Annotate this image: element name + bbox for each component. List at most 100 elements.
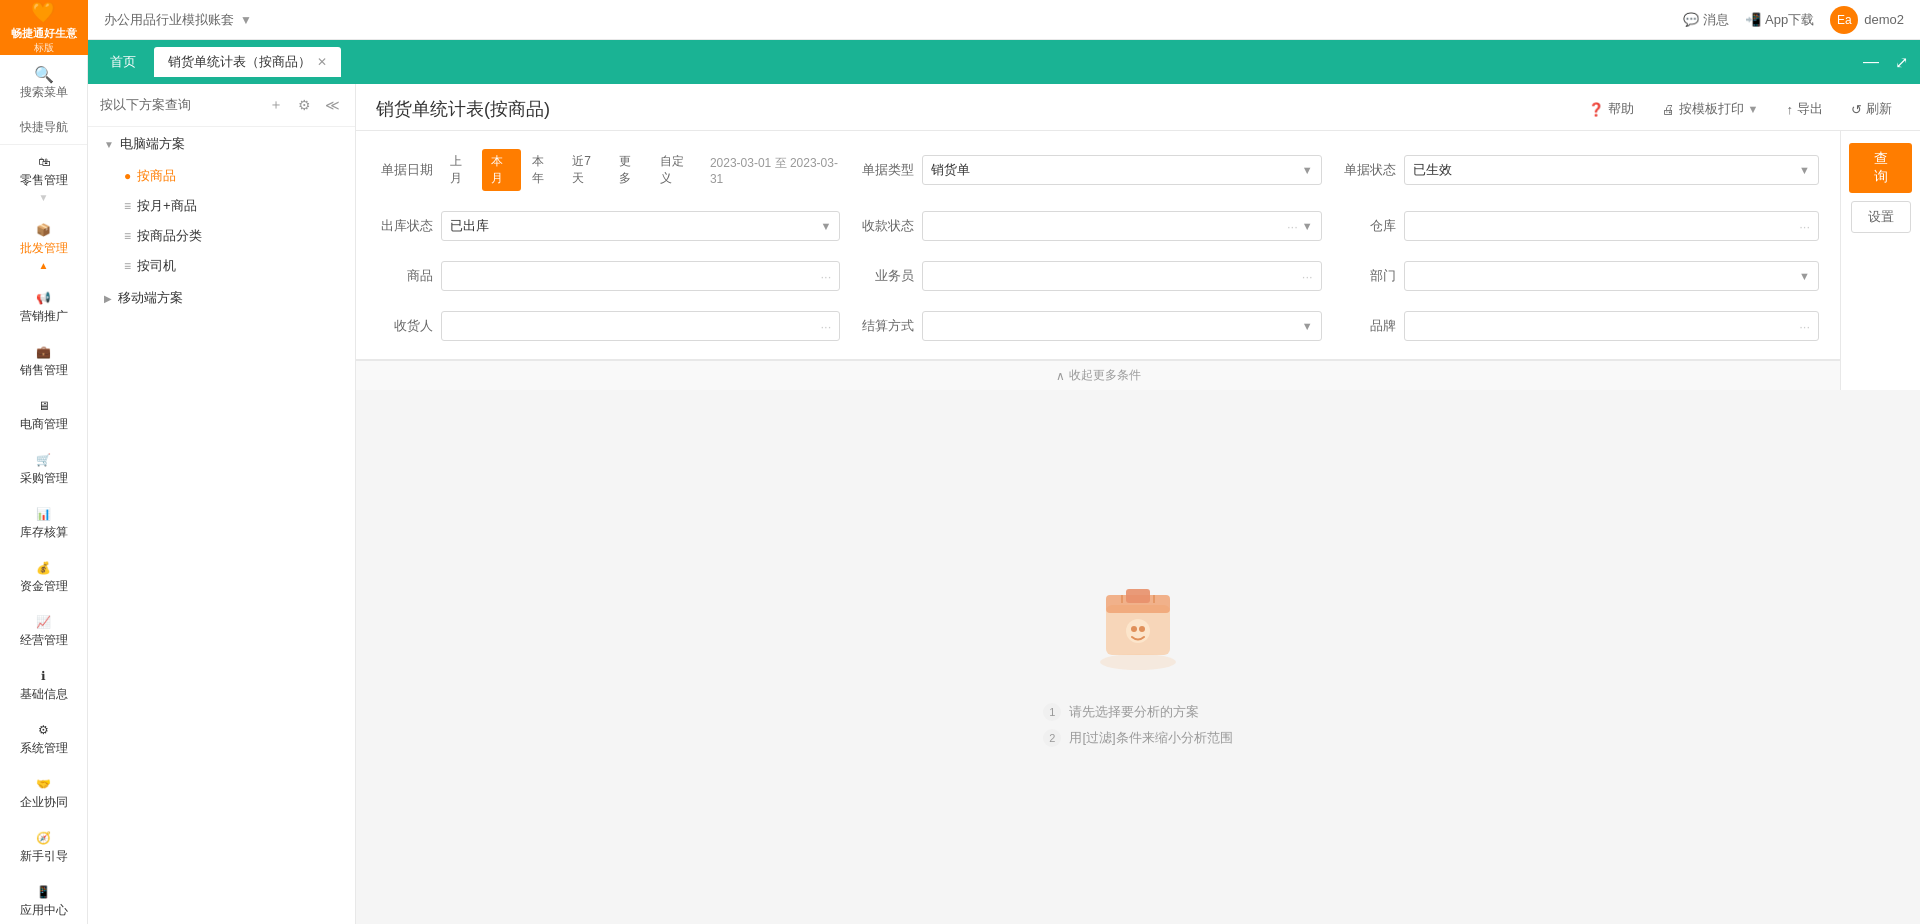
sidebar-quicknav[interactable]: 快捷导航 bbox=[0, 111, 87, 145]
sidebar-item-marketing[interactable]: 📢 营销推广 bbox=[0, 281, 87, 335]
sidebar-item-retail[interactable]: 🛍 零售管理 ▼ bbox=[0, 145, 87, 213]
payment-status-select[interactable]: ··· ▼ bbox=[922, 211, 1321, 241]
receiver-dots[interactable]: ··· bbox=[820, 319, 831, 334]
pill-last-7[interactable]: 近7天 bbox=[563, 149, 608, 191]
finance-icon: 💰 bbox=[36, 561, 51, 575]
app-download-icon: 📲 bbox=[1745, 12, 1761, 27]
collapse-bar[interactable]: ∧ 收起更多条件 bbox=[356, 360, 1840, 390]
collapse-label: 收起更多条件 bbox=[1069, 367, 1141, 384]
filter-main: 单据日期 上月 本月 本年 近7天 更多 自定义 bbox=[356, 131, 1840, 390]
filter-area: 单据日期 上月 本月 本年 近7天 更多 自定义 bbox=[356, 131, 1840, 360]
sidebar-item-cooperation[interactable]: 🤝 企业协同 bbox=[0, 767, 87, 821]
tree-by-month-product[interactable]: ≡ 按月+商品 bbox=[116, 191, 355, 221]
sidebar-item-basic[interactable]: ℹ 基础信息 bbox=[0, 659, 87, 713]
salesperson-dots[interactable]: ··· bbox=[1302, 269, 1313, 284]
pill-custom[interactable]: 自定义 bbox=[651, 149, 700, 191]
product-dots[interactable]: ··· bbox=[820, 269, 831, 284]
filter-brand-cell: 品牌 ··· bbox=[1339, 305, 1820, 347]
salesperson-input[interactable]: ··· bbox=[922, 261, 1321, 291]
payment-status-dots[interactable]: ··· bbox=[1287, 219, 1298, 234]
pill-this-year[interactable]: 本年 bbox=[523, 149, 562, 191]
empty-state: 1 请先选择要分析的方案 2 用[过滤]条件来缩小分析范围 bbox=[1043, 567, 1232, 747]
sidebar-item-app-center[interactable]: 📱 应用中心 bbox=[0, 875, 87, 924]
inventory-icon: 📊 bbox=[36, 507, 51, 521]
pill-last-month[interactable]: 上月 bbox=[441, 149, 480, 191]
sidebar-item-label-app-center: 应用中心 bbox=[20, 902, 68, 919]
topbar-actions: 💬 消息 📲 App下载 Ea demo2 bbox=[1683, 6, 1904, 34]
receiver-input[interactable]: ··· bbox=[441, 311, 840, 341]
message-action[interactable]: 💬 消息 bbox=[1683, 11, 1729, 29]
reset-button[interactable]: 设置 bbox=[1851, 201, 1911, 233]
pill-more[interactable]: 更多 bbox=[610, 149, 649, 191]
doc-type-value: 销货单 bbox=[931, 161, 1297, 179]
sidebar-search[interactable]: 🔍 搜索菜单 bbox=[0, 55, 87, 111]
department-caret-icon: ▼ bbox=[1799, 270, 1810, 282]
system-icon: ⚙ bbox=[38, 723, 49, 737]
sidebar-item-guide[interactable]: 🧭 新手引导 bbox=[0, 821, 87, 875]
sidebar-item-label-sales: 销售管理 bbox=[20, 362, 68, 379]
tab-close-icon[interactable]: ✕ bbox=[317, 55, 327, 69]
sidebar-item-purchase[interactable]: 🛒 采购管理 bbox=[0, 443, 87, 497]
filter-receiver-cell: 收货人 ··· bbox=[376, 305, 857, 347]
sidebar-item-system[interactable]: ⚙ 系统管理 bbox=[0, 713, 87, 767]
tab-sales-stats-label: 销货单统计表（按商品） bbox=[168, 53, 311, 71]
payment-method-select[interactable]: ▼ bbox=[922, 311, 1321, 341]
export-btn[interactable]: ↑ 导出 bbox=[1779, 96, 1832, 122]
product-input[interactable]: ··· bbox=[441, 261, 840, 291]
collapse-left-btn[interactable]: ≪ bbox=[321, 94, 343, 116]
tab-sales-stats[interactable]: 销货单统计表（按商品） ✕ bbox=[154, 47, 341, 77]
tree-pc-node[interactable]: ▼ 电脑端方案 bbox=[88, 127, 355, 161]
out-status-label: 出库状态 bbox=[376, 217, 441, 235]
logo-text: 畅捷通好生意 bbox=[11, 26, 77, 41]
department-select[interactable]: ▼ bbox=[1404, 261, 1819, 291]
sidebar: 🧡 畅捷通好生意 标版 🔍 搜索菜单 快捷导航 🛍 零售管理 ▼ 📦 批发管理 … bbox=[0, 0, 88, 924]
brand-input[interactable]: ··· bbox=[1404, 311, 1819, 341]
sidebar-item-inventory[interactable]: 📊 库存核算 bbox=[0, 497, 87, 551]
user-action[interactable]: Ea demo2 bbox=[1830, 6, 1904, 34]
active-dot-icon: ● bbox=[124, 169, 131, 183]
tree-mobile-node[interactable]: ▶ 移动端方案 bbox=[88, 281, 355, 315]
brand-dots[interactable]: ··· bbox=[1799, 319, 1810, 334]
help-btn[interactable]: ❓ 帮助 bbox=[1580, 96, 1642, 122]
doc-type-select[interactable]: 销货单 ▼ bbox=[922, 155, 1321, 185]
sidebar-item-ecommerce[interactable]: 🖥 电商管理 bbox=[0, 389, 87, 443]
filter-department-cell: 部门 ▼ bbox=[1339, 255, 1820, 297]
payment-status-caret-icon: ▼ bbox=[1302, 220, 1313, 232]
out-status-select[interactable]: 已出库 ▼ bbox=[441, 211, 840, 241]
app-download-action[interactable]: 📲 App下载 bbox=[1745, 11, 1814, 29]
tree-by-printer[interactable]: ≡ 按司机 bbox=[116, 251, 355, 281]
doc-type-caret-icon: ▼ bbox=[1302, 164, 1313, 176]
tree-by-product[interactable]: ● 按商品 bbox=[116, 161, 355, 191]
marketing-icon: 📢 bbox=[36, 291, 51, 305]
tree-by-category[interactable]: ≡ 按商品分类 bbox=[116, 221, 355, 251]
sidebar-logo[interactable]: 🧡 畅捷通好生意 标版 bbox=[0, 0, 88, 55]
add-scheme-btn[interactable]: ＋ bbox=[265, 94, 287, 116]
brand-label: 品牌 bbox=[1339, 317, 1404, 335]
doc-status-select[interactable]: 已生效 ▼ bbox=[1404, 155, 1819, 185]
category-icon: ≡ bbox=[124, 229, 131, 243]
industry-dropdown[interactable]: ▼ bbox=[240, 13, 252, 27]
settings-scheme-btn[interactable]: ⚙ bbox=[293, 94, 315, 116]
warehouse-input[interactable]: ··· bbox=[1404, 211, 1819, 241]
sidebar-item-finance[interactable]: 💰 资金管理 bbox=[0, 551, 87, 605]
filter-payment-method-cell: 结算方式 ▼ bbox=[857, 305, 1338, 347]
salesperson-label: 业务员 bbox=[857, 267, 922, 285]
empty-step-1: 1 请先选择要分析的方案 bbox=[1043, 703, 1232, 721]
tab-expand-icon[interactable]: ⤢ bbox=[1891, 49, 1912, 76]
left-panel: 按以下方案查询 ＋ ⚙ ≪ ▼ 电脑端方案 ● 按商品 bbox=[88, 84, 356, 924]
search-button[interactable]: 查询 bbox=[1849, 143, 1912, 193]
sidebar-item-operation[interactable]: 📈 经营管理 bbox=[0, 605, 87, 659]
mobile-node-label: 移动端方案 bbox=[118, 289, 183, 307]
pill-this-month[interactable]: 本月 bbox=[482, 149, 521, 191]
sidebar-item-wholesale[interactable]: 📦 批发管理 ▲ bbox=[0, 213, 87, 281]
basic-icon: ℹ bbox=[41, 669, 46, 683]
sidebar-item-sales[interactable]: 💼 销售管理 bbox=[0, 335, 87, 389]
tab-minimize-icon[interactable]: — bbox=[1859, 49, 1883, 76]
refresh-btn[interactable]: ↺ 刷新 bbox=[1843, 96, 1900, 122]
tab-home[interactable]: 首页 bbox=[96, 47, 150, 77]
sidebar-item-label-inventory: 库存核算 bbox=[20, 524, 68, 541]
date-range-text: 2023-03-01 至 2023-03-31 bbox=[710, 155, 840, 186]
print-btn[interactable]: 🖨 按模板打印 ▼ bbox=[1654, 96, 1767, 122]
left-panel-header: 按以下方案查询 ＋ ⚙ ≪ bbox=[88, 84, 355, 127]
warehouse-dots[interactable]: ··· bbox=[1799, 219, 1810, 234]
